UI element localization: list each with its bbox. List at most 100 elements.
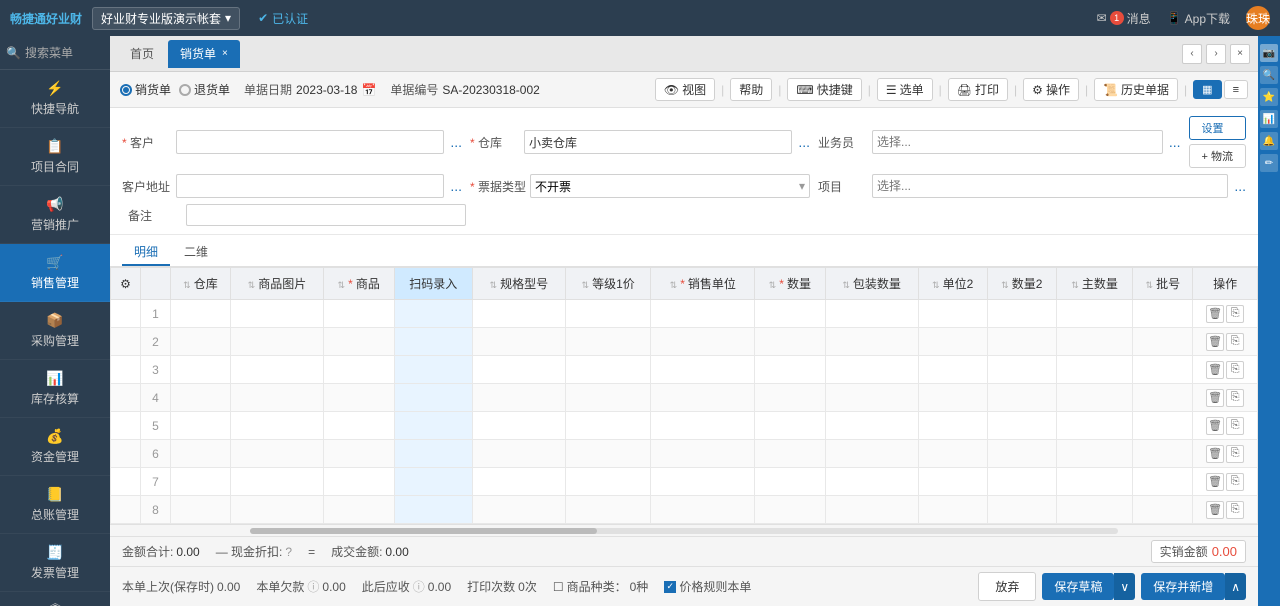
- row-delete-btn[interactable]: 🗑: [1206, 445, 1224, 463]
- customer-input[interactable]: [176, 130, 444, 154]
- project-ellipsis-btn[interactable]: ...: [1234, 178, 1246, 194]
- add-product-btn[interactable]: + 物流: [1189, 144, 1246, 168]
- col-qty2[interactable]: ⇅ 数量2: [987, 268, 1056, 300]
- row-copy-btn[interactable]: ⎘: [1226, 333, 1244, 351]
- tab-close-btn[interactable]: ×: [222, 48, 228, 59]
- project-input[interactable]: [872, 174, 1228, 198]
- col-sales-unit[interactable]: ⇅ * 销售单位: [651, 268, 755, 300]
- layout-grid-btn[interactable]: ▦: [1193, 80, 1221, 99]
- horizontal-scrollbar[interactable]: [110, 524, 1258, 536]
- col-batch[interactable]: ⇅ 批号: [1133, 268, 1193, 300]
- message-btn[interactable]: ✉ 1 消息: [1097, 10, 1151, 27]
- history-btn[interactable]: 📜 历史单据: [1094, 78, 1178, 101]
- app-download-btn[interactable]: 📱 App下载: [1167, 10, 1230, 27]
- col-product[interactable]: ⇅ * 商品: [323, 268, 394, 300]
- row-delete-btn[interactable]: 🗑: [1206, 333, 1224, 351]
- sidebar-item-invoice[interactable]: 🧾 发票管理: [0, 534, 110, 592]
- row-copy-btn[interactable]: ⎘: [1226, 473, 1244, 491]
- scroll-thumb[interactable]: [250, 528, 597, 534]
- sidebar-item-tax[interactable]: 🏛 税务管理: [0, 592, 110, 606]
- address-input[interactable]: [176, 174, 444, 198]
- row-delete-btn[interactable]: 🗑: [1206, 389, 1224, 407]
- save-new-btn[interactable]: 保存并新增: [1141, 573, 1225, 600]
- col-settings[interactable]: ⚙: [111, 268, 141, 300]
- row-delete-btn[interactable]: 🗑: [1206, 501, 1224, 519]
- calendar-icon[interactable]: 📅: [361, 83, 376, 97]
- select-order-btn[interactable]: ☰ 选单: [877, 78, 933, 101]
- col-spec[interactable]: ⇅ 规格型号: [472, 268, 565, 300]
- collect-help[interactable]: ⓘ: [413, 578, 425, 595]
- col-unit2[interactable]: ⇅ 单位2: [918, 268, 987, 300]
- print-btn[interactable]: 🖨 打印: [948, 78, 1008, 101]
- right-panel-btn-3[interactable]: ⭐: [1260, 88, 1278, 106]
- col-warehouse[interactable]: ⇅ 仓库: [171, 268, 231, 300]
- sidebar-item-finance[interactable]: 💰 资金管理: [0, 418, 110, 476]
- debt-help[interactable]: ⓘ: [307, 578, 319, 595]
- col-scan-entry[interactable]: 扫码录入: [394, 268, 472, 300]
- right-panel-btn-5[interactable]: 🔔: [1260, 132, 1278, 150]
- right-panel-btn-1[interactable]: 📷: [1260, 44, 1278, 62]
- help-btn[interactable]: 帮助: [730, 78, 772, 101]
- sidebar-item-quick-nav[interactable]: ⚡ 快捷导航: [0, 70, 110, 128]
- collect-info: 此后应收 ⓘ 0.00: [362, 578, 451, 595]
- note-input[interactable]: [186, 204, 466, 226]
- address-ellipsis-btn[interactable]: ...: [450, 178, 462, 194]
- date-value[interactable]: 2023-03-18: [296, 83, 357, 97]
- row-delete-btn[interactable]: 🗑: [1206, 417, 1224, 435]
- row-copy-btn[interactable]: ⎘: [1226, 445, 1244, 463]
- abandon-btn[interactable]: 放弃: [978, 572, 1036, 601]
- row-copy-btn[interactable]: ⎘: [1226, 389, 1244, 407]
- radio-sales[interactable]: 销货单: [120, 81, 171, 98]
- settings-btn[interactable]: 设置: [1189, 116, 1246, 140]
- col-product-img[interactable]: ⇅ 商品图片: [230, 268, 323, 300]
- customer-ellipsis-btn[interactable]: ...: [450, 134, 462, 150]
- save-draft-btn[interactable]: 保存草稿: [1042, 573, 1114, 600]
- sidebar-item-purchase[interactable]: 📦 采购管理: [0, 302, 110, 360]
- layout-list-btn[interactable]: ≡: [1224, 80, 1248, 99]
- row-copy-btn[interactable]: ⎘: [1226, 417, 1244, 435]
- col-qty[interactable]: ⇅ * 数量: [755, 268, 826, 300]
- col-main-qty[interactable]: ⇅ 主数量: [1056, 268, 1132, 300]
- sidebar-item-accounting[interactable]: 📒 总账管理: [0, 476, 110, 534]
- col-unit-price[interactable]: ⇅ 等级1价: [565, 268, 651, 300]
- right-panel-btn-6[interactable]: ✏: [1260, 154, 1278, 172]
- save-draft-dropdown-btn[interactable]: ∨: [1114, 573, 1135, 600]
- shortcut-btn[interactable]: ⌨ 快捷键: [787, 78, 861, 101]
- row-copy-btn[interactable]: ⎘: [1226, 361, 1244, 379]
- sidebar-item-project[interactable]: 📋 项目合同: [0, 128, 110, 186]
- sidebar-item-inventory[interactable]: 📊 库存核算: [0, 360, 110, 418]
- tab-2d[interactable]: 二维: [172, 239, 220, 266]
- warehouse-ellipsis-btn[interactable]: ...: [798, 134, 810, 150]
- help-icon[interactable]: ?: [285, 545, 292, 559]
- save-new-dropdown-btn[interactable]: ∧: [1225, 573, 1246, 600]
- tab-home[interactable]: 首页: [118, 40, 166, 68]
- view-btn[interactable]: 👁 视图: [655, 78, 715, 101]
- tab-next-btn[interactable]: ›: [1206, 44, 1226, 64]
- salesman-ellipsis-btn[interactable]: ...: [1169, 134, 1181, 150]
- scroll-track[interactable]: [250, 528, 1118, 534]
- operate-btn[interactable]: ⚙ 操作: [1023, 78, 1079, 101]
- tab-sales-order[interactable]: 销货单 ×: [168, 40, 240, 68]
- sidebar-search[interactable]: 🔍 搜索菜单: [0, 36, 110, 70]
- price-rule-checkbox[interactable]: ✓ 价格规则本单: [664, 578, 751, 595]
- company-selector[interactable]: 好业财专业版演示帐套 ▾: [92, 7, 240, 30]
- tab-prev-btn[interactable]: ‹: [1182, 44, 1202, 64]
- warehouse-input[interactable]: [524, 130, 792, 154]
- row-delete-btn[interactable]: 🗑: [1206, 305, 1224, 323]
- row-delete-btn[interactable]: 🗑: [1206, 361, 1224, 379]
- user-area[interactable]: 珠珠: [1246, 6, 1270, 30]
- row-delete-btn[interactable]: 🗑: [1206, 473, 1224, 491]
- company-name: 好业财专业版演示帐套: [101, 10, 221, 27]
- tab-detail[interactable]: 明细: [122, 239, 170, 266]
- radio-return[interactable]: 退货单: [179, 81, 230, 98]
- salesman-input[interactable]: [872, 130, 1163, 154]
- sidebar-item-sales[interactable]: 🛒 销售管理: [0, 244, 110, 302]
- col-pack-qty[interactable]: ⇅ 包装数量: [825, 268, 918, 300]
- row-copy-btn[interactable]: ⎘: [1226, 305, 1244, 323]
- row-copy-btn[interactable]: ⎘: [1226, 501, 1244, 519]
- tab-close-window-btn[interactable]: ×: [1230, 44, 1250, 64]
- right-panel-btn-2[interactable]: 🔍: [1260, 66, 1278, 84]
- sidebar-item-marketing[interactable]: 📢 营销推广: [0, 186, 110, 244]
- invoice-select[interactable]: 不开票 ▾: [530, 174, 810, 198]
- right-panel-btn-4[interactable]: 📊: [1260, 110, 1278, 128]
